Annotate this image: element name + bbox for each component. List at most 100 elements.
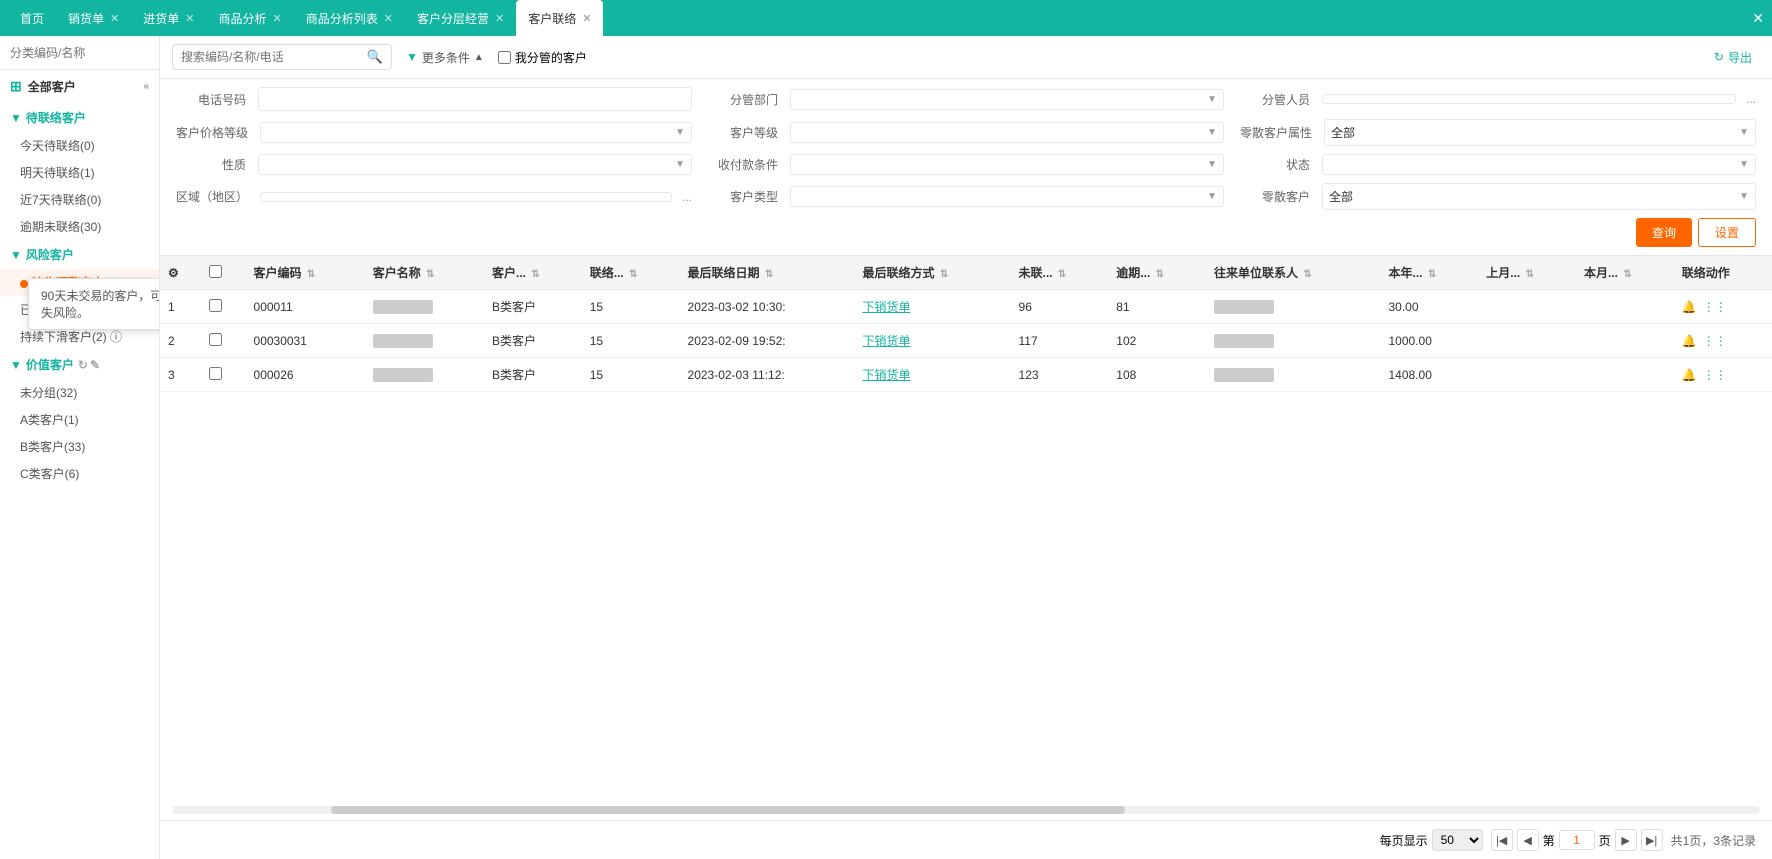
page-nav: |◀ ◀ 第 页 ▶ ▶| <box>1491 829 1663 851</box>
tab-home[interactable]: 首页 <box>8 0 56 36</box>
col-this-month[interactable]: 本月... ⇅ <box>1576 256 1674 290</box>
col-no-contact-label: 未联... <box>1019 266 1053 280</box>
last-method-link[interactable]: 下销货单 <box>862 334 910 348</box>
sidebar-item-class-c[interactable]: C类客户(6) <box>0 460 159 487</box>
person-select[interactable] <box>1322 94 1736 104</box>
cell-no-contact: 96 <box>1011 290 1109 324</box>
col-name[interactable]: 客户名称 ⇅ <box>365 256 484 290</box>
tab-customer-tier[interactable]: 客户分层经营 ✕ <box>405 0 516 36</box>
sidebar-item-tomorrow[interactable]: 明天待联络(1) <box>0 159 159 186</box>
section-pending-contact[interactable]: ▼ 待联络客户 <box>0 103 159 132</box>
window-close-button[interactable]: ✕ <box>1752 10 1764 27</box>
my-customers-wrap[interactable]: 我分管的客户 <box>498 49 587 66</box>
action-contact-icon[interactable]: 🔔 <box>1682 300 1697 314</box>
tab-customer-contact[interactable]: 客户联络 ✕ <box>516 0 603 36</box>
dept-select[interactable]: ▼ <box>790 89 1224 110</box>
data-table-container: ⚙ 客户编码 ⇅ 客户名称 ⇅ <box>160 256 1772 800</box>
select-all-checkbox[interactable] <box>209 265 222 278</box>
export-icon: ↻ <box>1714 50 1724 64</box>
tab-sales-close[interactable]: ✕ <box>110 12 119 25</box>
sidebar-item-today[interactable]: 今天待联络(0) <box>0 132 159 159</box>
customer-type-select[interactable]: ▼ <box>790 186 1224 207</box>
sidebar-search-input[interactable] <box>10 46 160 60</box>
sidebar-item-overdue[interactable]: 逾期未联络(30) <box>0 213 159 240</box>
tab-analysis-close[interactable]: ✕ <box>273 12 282 25</box>
export-btn[interactable]: ↻ 导出 <box>1706 45 1760 70</box>
person-ellipsis[interactable]: ... <box>1746 92 1756 106</box>
nature-select[interactable]: ▼ <box>258 154 692 175</box>
tab-purchase[interactable]: 进货单 ✕ <box>131 0 206 36</box>
action-more-icon[interactable]: ⋮⋮ <box>1703 334 1727 348</box>
last-method-link[interactable]: 下销货单 <box>862 368 910 382</box>
cell-last-date: 2023-02-03 11:12: <box>680 358 855 392</box>
payment-select[interactable]: ▼ <box>790 154 1224 175</box>
region-select[interactable] <box>260 192 672 202</box>
zero-customer-select[interactable]: 全部 ▼ <box>1322 183 1756 210</box>
page-size-dropdown[interactable]: 5020100 <box>1432 829 1483 851</box>
horizontal-scrollbar[interactable] <box>172 806 1760 814</box>
table-row: 2 00030031 B类客户 15 2023-02-09 19:52: 下销货… <box>160 324 1772 358</box>
col-no-contact[interactable]: 未联... ⇅ <box>1011 256 1109 290</box>
tab-customer-contact-close[interactable]: ✕ <box>582 12 591 25</box>
col-contact-count[interactable]: 联络... ⇅ <box>582 256 680 290</box>
first-page-btn[interactable]: |◀ <box>1491 829 1513 851</box>
main-search-input[interactable] <box>181 50 367 64</box>
tab-analysis-list-close[interactable]: ✕ <box>384 12 393 25</box>
col-last-month[interactable]: 上月... ⇅ <box>1478 256 1576 290</box>
more-conditions-btn[interactable]: ▼ 更多条件 ▲ <box>400 45 490 70</box>
page-input[interactable] <box>1559 830 1595 850</box>
phone-input[interactable] <box>258 87 692 111</box>
sidebar: 🔍 ⊞ 全部客户 « ▼ 待联络客户 今天待联络(0) 明天待联络(1) 近7天… <box>0 36 160 859</box>
settings-icon[interactable]: ⚙ <box>168 266 179 280</box>
region-ellipsis[interactable]: ... <box>682 190 692 204</box>
col-last-method[interactable]: 最后联络方式 ⇅ <box>854 256 1010 290</box>
col-code[interactable]: 客户编码 ⇅ <box>246 256 365 290</box>
next-page-btn[interactable]: ▶ <box>1615 829 1637 851</box>
sidebar-item-7days[interactable]: 近7天待联络(0) <box>0 186 159 213</box>
setting-button[interactable]: 设置 <box>1698 218 1756 247</box>
contact-person-sort-icon: ⇅ <box>1303 269 1311 280</box>
action-more-icon[interactable]: ⋮⋮ <box>1703 368 1727 382</box>
sidebar-item-class-a[interactable]: A类客户(1) <box>0 406 159 433</box>
row-checkbox[interactable] <box>209 299 222 312</box>
region-label: 区域（地区） <box>176 188 248 205</box>
tab-purchase-close[interactable]: ✕ <box>185 12 194 25</box>
action-contact-icon[interactable]: 🔔 <box>1682 334 1697 348</box>
zero-attr-select[interactable]: 全部 ▼ <box>1324 119 1756 146</box>
contact-person-blurred <box>1214 334 1274 348</box>
last-page-btn[interactable]: ▶| <box>1641 829 1663 851</box>
section-risk[interactable]: ▼ 风险客户 <box>0 240 159 269</box>
prev-page-btn[interactable]: ◀ <box>1517 829 1539 851</box>
tab-sales[interactable]: 销货单 ✕ <box>56 0 131 36</box>
status-select[interactable]: ▼ <box>1322 154 1756 175</box>
action-contact-icon[interactable]: 🔔 <box>1682 368 1697 382</box>
my-customers-checkbox[interactable] <box>498 51 511 64</box>
value-refresh-icon[interactable]: ↻ <box>78 358 88 372</box>
sidebar-item-ungroup[interactable]: 未分组(32) <box>0 379 159 406</box>
tab-analysis[interactable]: 商品分析 ✕ <box>206 0 293 36</box>
value-edit-icon[interactable]: ✎ <box>90 358 100 372</box>
export-label: 导出 <box>1728 49 1752 66</box>
price-level-select[interactable]: ▼ <box>260 122 692 143</box>
col-last-date[interactable]: 最后联络日期 ⇅ <box>680 256 855 290</box>
col-overdue[interactable]: 逾期... ⇅ <box>1108 256 1206 290</box>
col-type[interactable]: 客户... ⇅ <box>484 256 582 290</box>
table-row: 1 000011 B类客户 15 2023-03-02 10:30: 下销货单 … <box>160 290 1772 324</box>
row-checkbox[interactable] <box>209 333 222 346</box>
sidebar-item-class-b[interactable]: B类客户(33) <box>0 433 159 460</box>
row-checkbox[interactable] <box>209 367 222 380</box>
action-more-icon[interactable]: ⋮⋮ <box>1703 300 1727 314</box>
last-method-link[interactable]: 下销货单 <box>862 300 910 314</box>
col-contact-person[interactable]: 往来单位联系人 ⇅ <box>1206 256 1380 290</box>
customer-level-select[interactable]: ▼ <box>790 122 1224 143</box>
col-this-year[interactable]: 本年... ⇅ <box>1380 256 1478 290</box>
all-customers-header[interactable]: ⊞ 全部客户 « <box>0 70 159 103</box>
main-search-icon[interactable]: 🔍 <box>367 49 383 65</box>
filter-icon: ▼ <box>406 50 418 64</box>
query-button[interactable]: 查询 <box>1636 218 1692 247</box>
section-value[interactable]: ▼ 价值客户 ↻ ✎ <box>0 350 159 379</box>
cell-last-method: 下销货单 <box>854 358 1010 392</box>
tab-analysis-list-label: 商品分析列表 <box>306 10 378 27</box>
tab-analysis-list[interactable]: 商品分析列表 ✕ <box>294 0 405 36</box>
tab-customer-tier-close[interactable]: ✕ <box>495 12 504 25</box>
